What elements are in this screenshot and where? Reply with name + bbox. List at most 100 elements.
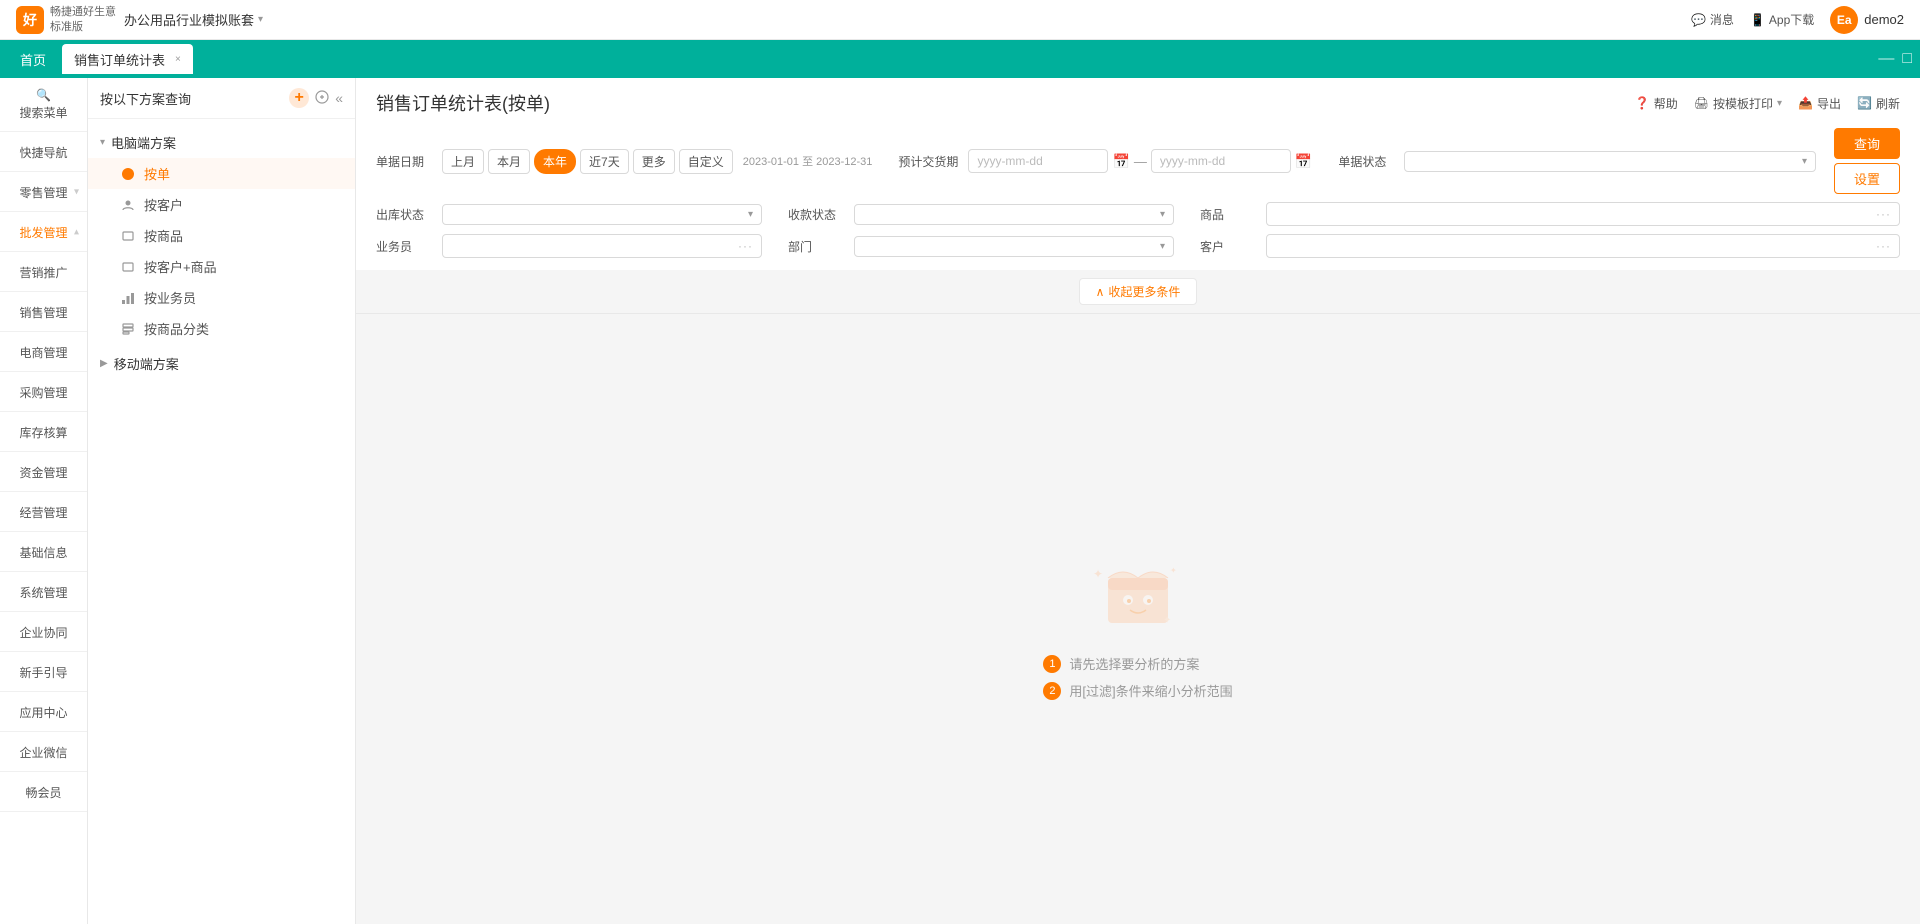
sidebar-item-retail[interactable]: 零售管理 ▾	[0, 172, 87, 212]
retail-arrow-icon: ▾	[74, 186, 79, 197]
sidebar-item-ecommerce[interactable]: 电商管理	[0, 332, 87, 372]
expected-date-group: 📅 — 📅	[968, 149, 1312, 173]
user-profile[interactable]: Ea demo2	[1830, 6, 1904, 34]
salesman-label: 业务员	[376, 238, 432, 255]
sidebar-item-sales[interactable]: 销售管理	[0, 292, 87, 332]
sidebar-item-system[interactable]: 系统管理	[0, 572, 87, 612]
tab-home[interactable]: 首页	[8, 44, 58, 74]
expected-date-start[interactable]	[968, 149, 1108, 173]
tip-num-1: 1	[1043, 655, 1061, 673]
expected-date-end[interactable]	[1151, 149, 1291, 173]
print-arrow-icon: ▾	[1777, 98, 1782, 109]
left-panel-header: 按以下方案查询 + «	[88, 78, 355, 119]
collapse-panel-button[interactable]: «	[335, 90, 343, 106]
tree-child-by-customer[interactable]: 按客户	[88, 189, 355, 220]
date-filter-label: 单据日期	[376, 153, 432, 170]
sidebar-item-basic-info[interactable]: 基础信息	[0, 532, 87, 572]
sidebar-item-member[interactable]: 畅会员	[0, 772, 87, 812]
tab-minimize-icon[interactable]: —	[1878, 50, 1894, 68]
dept-arrow-icon: ▾	[1160, 241, 1165, 252]
by-salesman-icon	[120, 290, 136, 306]
template-print-button[interactable]: 🖨 按模板打印 ▾	[1694, 95, 1782, 112]
top-bar: 好 畅捷通好生意 标准版 办公用品行业模拟账套 ▾ 💬 消息 📱 App下载 E…	[0, 0, 1920, 40]
filter-row-2: 出库状态 ▾ 收款状态 ▾ 商品 ···	[376, 202, 1900, 226]
sidebar-item-marketing[interactable]: 营销推广	[0, 252, 87, 292]
salesman-select[interactable]: ···	[442, 234, 762, 258]
date-btn-this-year[interactable]: 本年	[534, 149, 576, 174]
tab-maximize-icon[interactable]: □	[1902, 50, 1912, 68]
tree-child-by-order[interactable]: 按单	[88, 158, 355, 189]
customer-label: 客户	[1200, 238, 1256, 255]
tab-active[interactable]: 销售订单统计表 ×	[62, 44, 193, 74]
wholesale-arrow-icon: ▴	[74, 226, 79, 237]
tree-child-by-customer-goods[interactable]: 按客户+商品	[88, 251, 355, 282]
payment-status-arrow-icon: ▾	[1160, 209, 1165, 220]
sidebar-item-wholesale[interactable]: 批发管理 ▴	[0, 212, 87, 252]
date-btn-custom[interactable]: 自定义	[679, 149, 733, 174]
payment-status-select[interactable]: ▾	[854, 204, 1174, 225]
tree-child-by-salesman[interactable]: 按业务员	[88, 282, 355, 313]
sidebar-search[interactable]: 🔍 搜索菜单	[0, 78, 87, 132]
sidebar-item-purchase[interactable]: 采购管理	[0, 372, 87, 412]
refresh-button[interactable]: 🔄 刷新	[1857, 95, 1900, 112]
sidebar-item-operations[interactable]: 经营管理	[0, 492, 87, 532]
customer-select[interactable]: ···	[1266, 234, 1900, 258]
tree-parent-mobile-label: 移动端方案	[114, 354, 179, 373]
left-panel-title: 按以下方案查询	[100, 89, 191, 108]
ship-status-arrow-icon: ▾	[748, 209, 753, 220]
empty-tip-1: 1 请先选择要分析的方案	[1043, 654, 1232, 673]
ship-status-label: 出库状态	[376, 206, 432, 223]
tab-close-icon[interactable]: ×	[175, 54, 181, 65]
tree-child-by-goods-category[interactable]: 按商品分类	[88, 313, 355, 344]
ship-status-select[interactable]: ▾	[442, 204, 762, 225]
salesman-dots-icon[interactable]: ···	[738, 239, 753, 253]
filter-wrapper: 单据日期 上月 本月 本年 近7天 更多 自定义 2023-01-01 至 20…	[356, 124, 1920, 270]
sidebar-item-newbie[interactable]: 新手引导	[0, 652, 87, 692]
app-download-button[interactable]: 📱 App下载	[1750, 11, 1814, 28]
calendar-end-icon[interactable]: 📅	[1295, 153, 1312, 170]
date-buttons-group: 上月 本月 本年 近7天 更多 自定义	[442, 149, 733, 174]
help-button[interactable]: ❓ 帮助	[1635, 95, 1678, 112]
sidebar-item-enterprise-wechat[interactable]: 企业微信	[0, 732, 87, 772]
export-button[interactable]: 📤 导出	[1798, 95, 1841, 112]
edit-scheme-button[interactable]	[315, 90, 329, 107]
customer-dots-icon[interactable]: ···	[1876, 239, 1891, 253]
tree-expand-icon: ▾	[100, 137, 105, 148]
svg-text:✦: ✦	[1163, 615, 1171, 626]
message-button[interactable]: 💬 消息	[1691, 11, 1734, 28]
collapse-bar: ∧ 收起更多条件	[356, 270, 1920, 313]
sidebar-item-app-center[interactable]: 应用中心	[0, 692, 87, 732]
tree-child-by-goods[interactable]: 按商品	[88, 220, 355, 251]
page-title: 销售订单统计表(按单)	[376, 90, 550, 116]
print-icon: 🖨	[1694, 96, 1709, 110]
app-title-dropdown-icon[interactable]: ▾	[258, 14, 263, 25]
goods-dots-icon[interactable]: ···	[1876, 207, 1891, 221]
page-actions: ❓ 帮助 🖨 按模板打印 ▾ 📤 导出 🔄	[1635, 95, 1900, 112]
sidebar-item-inventory[interactable]: 库存核算	[0, 412, 87, 452]
sidebar-item-enterprise[interactable]: 企业协同	[0, 612, 87, 652]
right-panel: 销售订单统计表(按单) ❓ 帮助 🖨 按模板打印 ▾ 📤	[356, 78, 1920, 924]
goods-select[interactable]: ···	[1266, 202, 1900, 226]
date-btn-last-month[interactable]: 上月	[442, 149, 484, 174]
content-area: 按以下方案查询 + « ▾ 电脑端方案 按	[88, 78, 1920, 924]
logo-text: 畅捷通好生意 标准版	[50, 5, 116, 34]
add-scheme-button[interactable]: +	[289, 88, 309, 108]
by-customer-goods-icon	[120, 259, 136, 275]
sidebar-item-finance[interactable]: 资金管理	[0, 452, 87, 492]
collapse-button[interactable]: ∧ 收起更多条件	[1079, 278, 1198, 305]
sidebar-quick-nav[interactable]: 快捷导航	[0, 132, 87, 172]
date-btn-this-month[interactable]: 本月	[488, 149, 530, 174]
query-button[interactable]: 查询	[1834, 128, 1900, 159]
date-btn-7days[interactable]: 近7天	[580, 149, 629, 174]
dept-label: 部门	[788, 238, 844, 255]
date-btn-more[interactable]: 更多	[633, 149, 675, 174]
tree-parent-mobile[interactable]: ▶ 移动端方案	[88, 348, 355, 379]
app-title-area[interactable]: 办公用品行业模拟账套 ▾	[124, 10, 263, 29]
dept-select[interactable]: ▾	[854, 236, 1174, 257]
status-select[interactable]: ▾	[1404, 151, 1816, 172]
query-actions: 查询 设置	[1834, 128, 1900, 194]
calendar-start-icon[interactable]: 📅	[1112, 153, 1129, 170]
tree-parent-pc[interactable]: ▾ 电脑端方案	[88, 127, 355, 158]
setting-button[interactable]: 设置	[1834, 163, 1900, 194]
empty-state: ✦ ✦ ✦ 1 请先选择要分析的方案 2 用[过滤]条件来缩小分析范围	[1043, 538, 1232, 700]
